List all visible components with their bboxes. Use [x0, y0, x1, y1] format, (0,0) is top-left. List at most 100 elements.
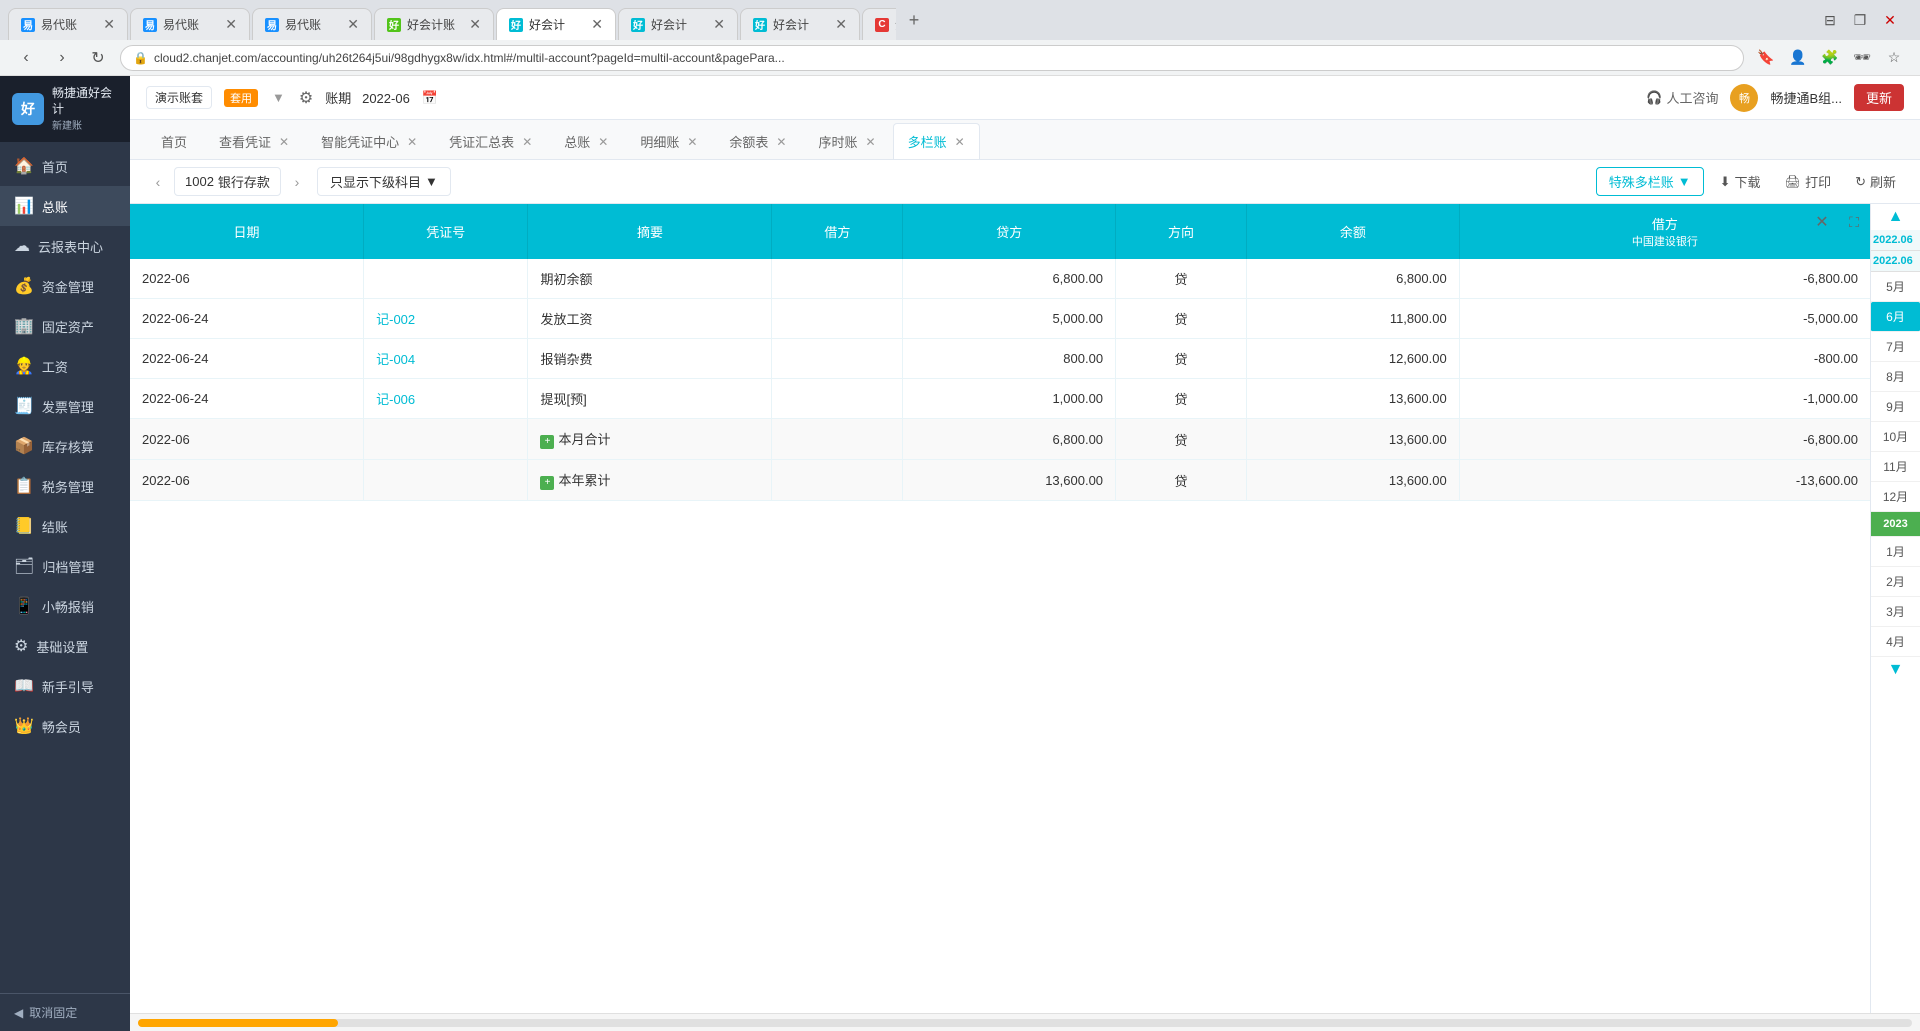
page-tab-6[interactable]: 余额表✕: [714, 123, 801, 159]
cell-voucher[interactable]: 记-002: [364, 299, 528, 339]
voucher-link[interactable]: 记-002: [376, 312, 415, 327]
special-multicolumn-button[interactable]: 特殊多栏账 ▼: [1596, 167, 1704, 196]
incognito-icon[interactable]: 🕶: [1848, 44, 1876, 72]
page-tab-4[interactable]: 总账✕: [549, 123, 623, 159]
page-tab-close-icon[interactable]: ✕: [522, 135, 532, 149]
sidebar-item-6[interactable]: 🧾 发票管理: [0, 386, 130, 426]
page-tab-close-icon[interactable]: ✕: [866, 135, 876, 149]
sidebar-item-4[interactable]: 🏢 固定资产: [0, 306, 130, 346]
page-tab-8[interactable]: 多栏账✕: [893, 123, 980, 159]
sidebar-item-14[interactable]: 👑 畅会员: [0, 706, 130, 746]
page-tab-close-icon[interactable]: ✕: [776, 135, 786, 149]
sidebar-item-10[interactable]: 🗂 归档管理: [0, 546, 130, 586]
forward-button[interactable]: ›: [48, 44, 76, 72]
page-tab-close-icon[interactable]: ✕: [407, 135, 417, 149]
sidebar-item-1[interactable]: 📊 总账: [0, 186, 130, 226]
sidebar-item-3[interactable]: 💰 资金管理: [0, 266, 130, 306]
page-tab-close-icon[interactable]: ✕: [687, 135, 697, 149]
tab-close-icon[interactable]: ✕: [103, 16, 115, 33]
page-tab-1[interactable]: 查看凭证✕: [204, 123, 304, 159]
restore-button[interactable]: ❐: [1846, 6, 1874, 34]
page-tab-5[interactable]: 明细账✕: [625, 123, 712, 159]
date-month-may[interactable]: 5月: [1871, 272, 1920, 302]
tab-bar: 易 易代账 ✕ 易 易代账 ✕ 易 易代账 ✕ 好 好会计账 ✕ 好 好会计 ✕…: [8, 0, 896, 40]
close-button[interactable]: ✕: [1876, 6, 1904, 34]
show-sub-button[interactable]: 只显示下级科目 ▼: [317, 167, 451, 196]
service-button[interactable]: 🎧 人工咨询: [1646, 88, 1718, 107]
browser-tab-tab3[interactable]: 易 易代账 ✕: [252, 8, 372, 40]
cell-voucher[interactable]: 记-004: [364, 339, 528, 379]
browser-tab-tab4[interactable]: 好 好会计账 ✕: [374, 8, 494, 40]
new-tab-button[interactable]: +: [900, 6, 928, 34]
sidebar-item-0[interactable]: 🏠 首页: [0, 146, 130, 186]
date-month-aug[interactable]: 8月: [1871, 362, 1920, 392]
tab-close-icon[interactable]: ✕: [713, 16, 725, 33]
profile-icon[interactable]: 👤: [1784, 44, 1812, 72]
sidebar-item-11[interactable]: 📱 小畅报销: [0, 586, 130, 626]
bookmark-icon[interactable]: 🔖: [1752, 44, 1780, 72]
sidebar-item-5[interactable]: 👷 工资: [0, 346, 130, 386]
reload-button[interactable]: ↻: [84, 44, 112, 72]
date-month-feb[interactable]: 2月: [1871, 567, 1920, 597]
date-month-nov[interactable]: 11月: [1871, 452, 1920, 482]
tab-close-icon[interactable]: ✕: [469, 16, 481, 33]
browser-tab-tab6[interactable]: 好 好会计 ✕: [618, 8, 738, 40]
back-button[interactable]: ‹: [12, 44, 40, 72]
date-month-oct[interactable]: 10月: [1871, 422, 1920, 452]
sidebar-item-12[interactable]: ⚙ 基础设置: [0, 626, 130, 666]
voucher-link[interactable]: 记-006: [376, 392, 415, 407]
date-scroll-down[interactable]: ▼: [1871, 657, 1920, 683]
calendar-icon[interactable]: 📅: [422, 90, 438, 106]
cell-voucher[interactable]: 记-006: [364, 379, 528, 419]
extensions-icon[interactable]: 🧩: [1816, 44, 1844, 72]
browser-tab-tab5[interactable]: 好 好会计 ✕: [496, 8, 616, 40]
panel-expand-button[interactable]: ⛶: [1840, 208, 1868, 236]
tab-close-icon[interactable]: ✕: [347, 16, 359, 33]
date-month-dec[interactable]: 12月: [1871, 482, 1920, 512]
sidebar-item-7[interactable]: 📦 库存核算: [0, 426, 130, 466]
print-button[interactable]: 🖨 打印: [1777, 168, 1840, 195]
download-button[interactable]: ⬇ 下载: [1712, 168, 1769, 195]
account-selector[interactable]: 1002 银行存款: [174, 167, 281, 196]
date-month-jan[interactable]: 1月: [1871, 537, 1920, 567]
date-month-sep[interactable]: 9月: [1871, 392, 1920, 422]
sidebar-item-13[interactable]: 📖 新手引导: [0, 666, 130, 706]
panel-close-button[interactable]: ✕: [1808, 208, 1836, 236]
horizontal-scrollbar[interactable]: [138, 1019, 1912, 1027]
minimize-button[interactable]: ⊟: [1816, 6, 1844, 34]
browser-tab-tab1[interactable]: 易 易代账 ✕: [8, 8, 128, 40]
page-tab-3[interactable]: 凭证汇总表✕: [434, 123, 547, 159]
page-tab-close-icon[interactable]: ✕: [598, 135, 608, 149]
tab-close-icon[interactable]: ✕: [591, 16, 603, 33]
update-button[interactable]: 更新: [1854, 84, 1904, 111]
refresh-button[interactable]: ↻ 刷新: [1847, 168, 1904, 195]
table-container[interactable]: 日期 凭证号 摘要 借方 贷方 方向 余额 借方 中国建设银行: [130, 204, 1870, 1013]
tab-close-icon[interactable]: ✕: [835, 16, 847, 33]
page-tab-7[interactable]: 序时账✕: [803, 123, 890, 159]
sidebar-footer[interactable]: ◀ 取消固定: [0, 993, 130, 1031]
tab-close-icon[interactable]: ✕: [225, 16, 237, 33]
sidebar-item-8[interactable]: 📋 税务管理: [0, 466, 130, 506]
date-scroll-up[interactable]: ▲: [1871, 204, 1920, 230]
page-tab-2[interactable]: 智能凭证中心✕: [306, 123, 432, 159]
tab-title: 好会计: [773, 16, 829, 33]
page-tab-0[interactable]: 首页: [146, 123, 202, 159]
date-month-jul[interactable]: 7月: [1871, 332, 1920, 362]
settings-icon[interactable]: ⚙: [299, 88, 313, 108]
date-month-jun[interactable]: 6月: [1871, 302, 1920, 332]
sidebar-item-2[interactable]: ☁ 云报表中心: [0, 226, 130, 266]
voucher-link[interactable]: 记-004: [376, 352, 415, 367]
cell-date: 2022-06-24: [130, 339, 364, 379]
next-account-button[interactable]: ›: [285, 170, 309, 194]
page-tab-close-icon[interactable]: ✕: [955, 135, 965, 149]
page-tab-close-icon[interactable]: ✕: [279, 135, 289, 149]
url-bar[interactable]: 🔒 cloud2.chanjet.com/accounting/uh26t264…: [120, 45, 1744, 71]
date-month-mar[interactable]: 3月: [1871, 597, 1920, 627]
prev-account-button[interactable]: ‹: [146, 170, 170, 194]
star-icon[interactable]: ☆: [1880, 44, 1908, 72]
browser-tab-tab2[interactable]: 易 易代账 ✕: [130, 8, 250, 40]
browser-tab-tab8[interactable]: C 企业工作 ✕: [862, 8, 896, 40]
sidebar-item-9[interactable]: 📒 结账: [0, 506, 130, 546]
browser-tab-tab7[interactable]: 好 好会计 ✕: [740, 8, 860, 40]
date-month-apr[interactable]: 4月: [1871, 627, 1920, 657]
